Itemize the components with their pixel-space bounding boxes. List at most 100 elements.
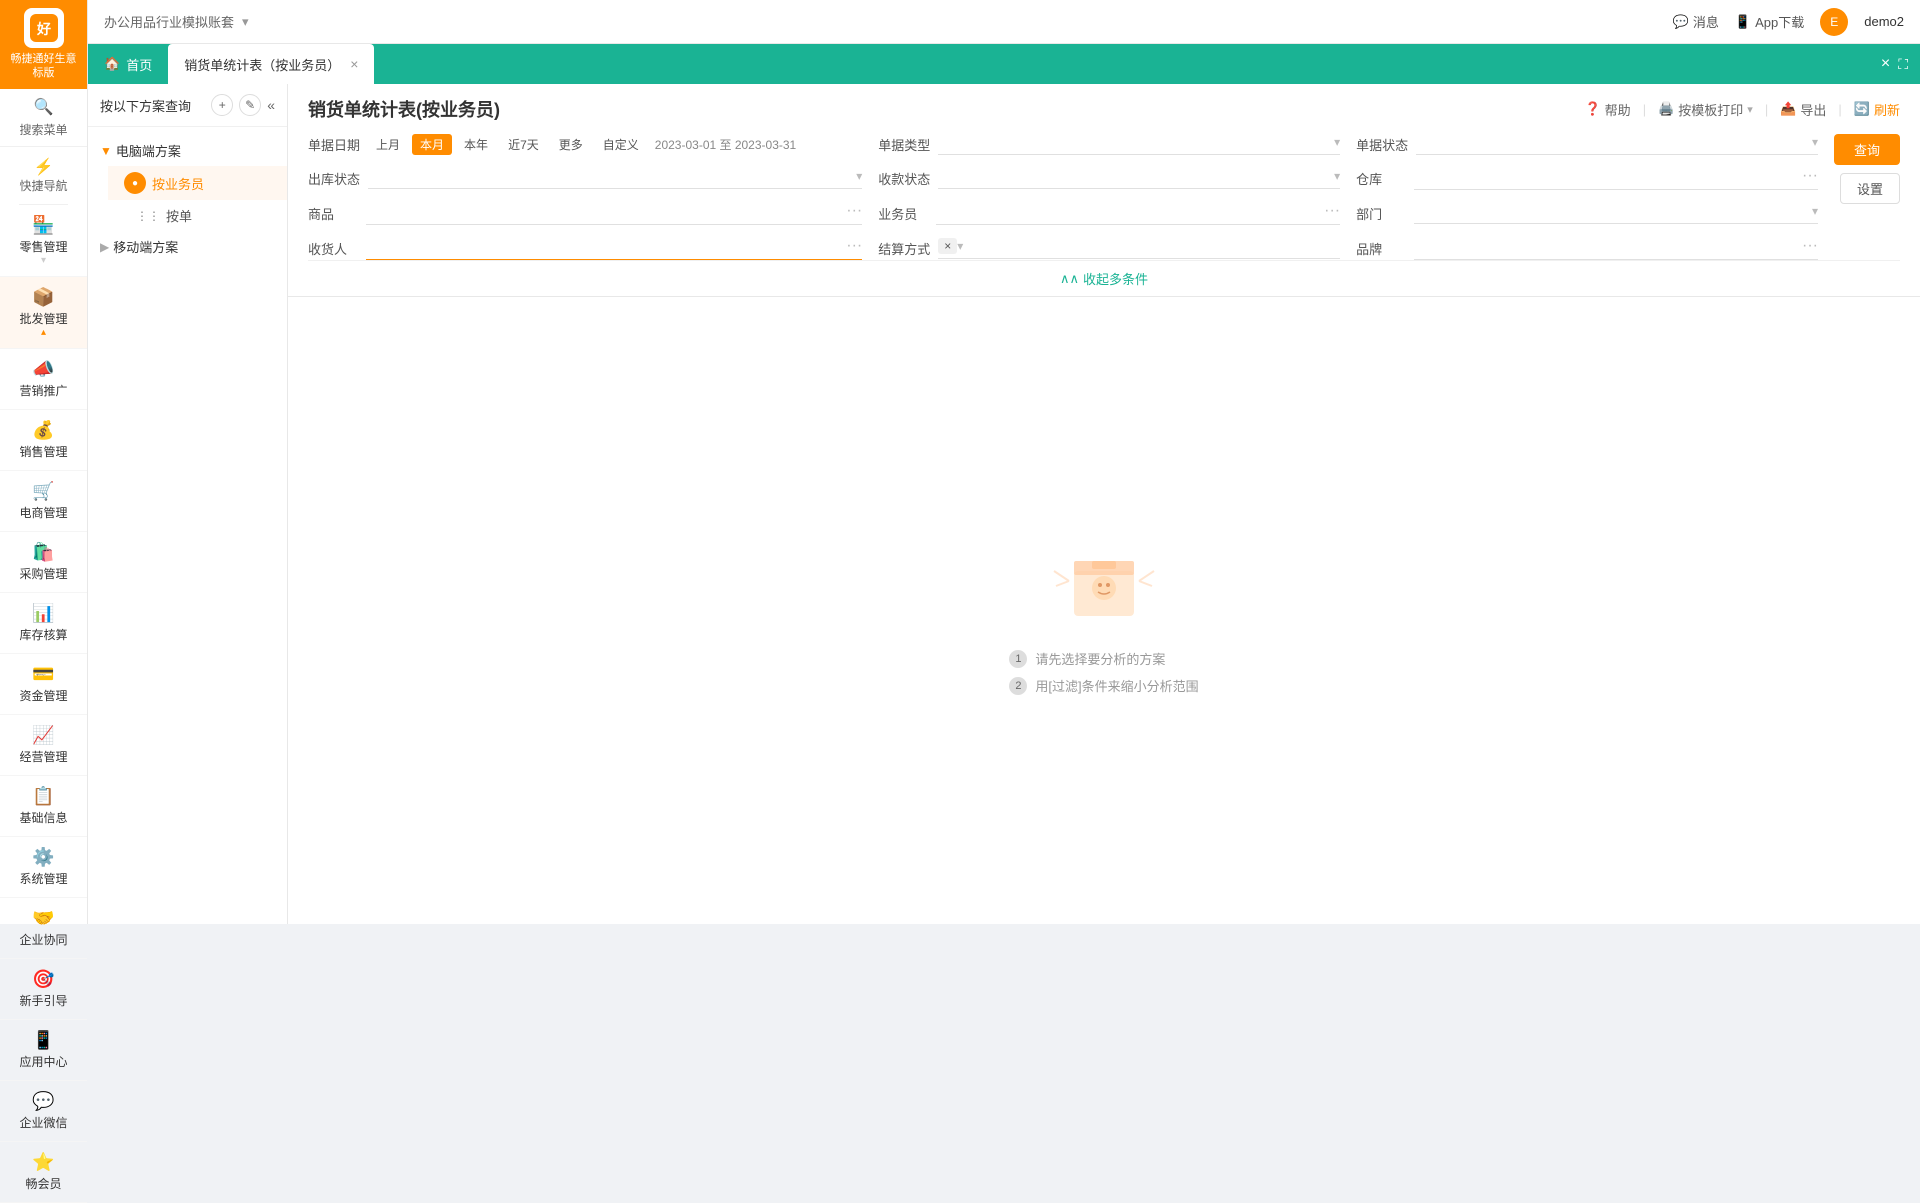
- settings-button[interactable]: 设置: [1840, 173, 1900, 204]
- sidebar-item-enterprise[interactable]: 🤝 企业协同: [0, 898, 87, 959]
- sidebar-item-operations-label: 经营管理: [19, 748, 67, 765]
- brand-input-wrap: ···: [1414, 237, 1818, 260]
- doc-status-arrow-icon[interactable]: ▾: [1812, 135, 1818, 149]
- sidebar-item-wholesale[interactable]: 📦 批发管理 ▴: [0, 277, 87, 349]
- scheme-panel-actions: + ✎ «: [211, 94, 275, 116]
- scheme-add-button[interactable]: +: [211, 94, 233, 116]
- receiver-dots-icon[interactable]: ···: [846, 237, 862, 255]
- scheme-group-mobile-header[interactable]: ▶ 移动端方案: [88, 231, 287, 262]
- date-btn-this-month[interactable]: 本月: [412, 134, 452, 155]
- sidebar-item-member[interactable]: ⭐ 畅会员: [0, 1142, 87, 1203]
- tip1-text: 请先选择要分析的方案: [1035, 649, 1165, 668]
- date-btn-more[interactable]: 更多: [551, 134, 591, 155]
- delivery-input[interactable]: [368, 169, 856, 184]
- brand-dots-icon[interactable]: ···: [1802, 237, 1818, 255]
- filter-settlement: 结算方式 × ▾: [878, 238, 1340, 259]
- date-btn-this-year[interactable]: 本年: [456, 134, 496, 155]
- sidebar-item-basic[interactable]: 📋 基础信息: [0, 776, 87, 837]
- filter-date: 单据日期 上月 本月 本年 近7天 更多 自定义 2023-03-01 至 20…: [308, 134, 862, 155]
- salesperson-dots-icon[interactable]: ···: [1324, 202, 1340, 220]
- settlement-arrow-icon[interactable]: ▾: [957, 239, 963, 253]
- doc-type-input[interactable]: [938, 135, 1334, 150]
- refresh-button[interactable]: 🔄 刷新: [1854, 100, 1900, 119]
- page-title-row: 销货单统计表(按业务员) ❓ 帮助 | 🖨️ 按模板打印 ▾ |: [308, 96, 1900, 122]
- sidebar-item-marketing-label: 营销推广: [19, 382, 67, 399]
- date-btn-last-month[interactable]: 上月: [368, 134, 408, 155]
- sidebar-item-retail-label: 零售管理: [19, 238, 67, 255]
- sidebar-item-wechat-label: 企业微信: [19, 1114, 67, 1131]
- tab-bar-maximize-icon[interactable]: ⛶: [1898, 56, 1908, 73]
- sidebar-item-inventory[interactable]: 📊 库存核算: [0, 593, 87, 654]
- wholesale-icon: 📦: [32, 287, 54, 308]
- divider1: |: [1643, 102, 1646, 117]
- sidebar-item-system[interactable]: ⚙️ 系统管理: [0, 837, 87, 898]
- page-title-actions: ❓ 帮助 | 🖨️ 按模板打印 ▾ | 📤 导出: [1584, 100, 1900, 119]
- sidebar-item-operations[interactable]: 📈 经营管理: [0, 715, 87, 776]
- tab-home[interactable]: 🏠 首页: [88, 44, 168, 84]
- salesperson-input[interactable]: [936, 204, 1324, 219]
- tab-sales-stat-label: 销货单统计表（按业务员）: [184, 55, 340, 74]
- tab-bar-close-icon[interactable]: ×: [1881, 55, 1890, 73]
- sidebar-item-retail[interactable]: 🏪 零售管理 ▾: [0, 205, 87, 277]
- brand-input[interactable]: [1414, 239, 1802, 254]
- department-input[interactable]: [1414, 204, 1812, 219]
- sidebar-item-wholesale-label: 批发管理: [19, 310, 67, 327]
- filter-rows: 单据日期 上月 本月 本年 近7天 更多 自定义 2023-03-01 至 20…: [308, 134, 1818, 260]
- department-arrow-icon[interactable]: ▾: [1812, 204, 1818, 218]
- search-menu[interactable]: 🔍 搜索菜单: [0, 89, 87, 147]
- message-button[interactable]: 💬 消息: [1673, 12, 1719, 31]
- scheme-sub-icon: ⋮⋮: [136, 209, 160, 223]
- scheme-item-by-salesperson[interactable]: ● 按业务员: [108, 166, 287, 200]
- product-dots-icon[interactable]: ···: [846, 202, 862, 220]
- logo[interactable]: 好 畅捷通好生意 标版: [0, 0, 87, 89]
- sidebar-item-enterprise-label: 企业协同: [19, 931, 67, 948]
- header-right: 💬 消息 📱 App下载 E demo2: [1673, 8, 1904, 36]
- appcenter-icon: 📱: [32, 1030, 54, 1051]
- warehouse-dots-icon[interactable]: ···: [1802, 167, 1818, 185]
- tab-close-icon[interactable]: ×: [350, 56, 358, 72]
- quick-nav[interactable]: ⚡ 快捷导航: [19, 147, 67, 205]
- payment-arrow-icon[interactable]: ▾: [1334, 169, 1340, 183]
- date-label: 单据日期: [308, 135, 360, 154]
- scheme-item-by-order[interactable]: ⋮⋮ 按单: [108, 200, 287, 231]
- product-input[interactable]: [366, 204, 846, 219]
- filter-doc-status: 单据状态 ▾: [1356, 135, 1818, 155]
- scheme-collapse-button[interactable]: «: [267, 97, 275, 113]
- sidebar-item-marketing[interactable]: 📣 营销推广: [0, 349, 87, 410]
- scheme-edit-button[interactable]: ✎: [239, 94, 261, 116]
- payment-input[interactable]: [938, 169, 1334, 184]
- filter-product: 商品 ···: [308, 202, 862, 225]
- sidebar-item-purchase[interactable]: 🛍️ 采购管理: [0, 532, 87, 593]
- breadcrumb-arrow-icon[interactable]: ▾: [242, 14, 249, 30]
- date-btn-custom[interactable]: 自定义: [595, 134, 647, 155]
- collapse-more-button[interactable]: ∧∧ 收起多条件: [308, 260, 1900, 296]
- sidebar-item-appcenter[interactable]: 📱 应用中心: [0, 1020, 87, 1081]
- doc-status-input[interactable]: [1416, 135, 1812, 150]
- sidebar-item-newuser[interactable]: 🎯 新手引导: [0, 959, 87, 1020]
- scheme-group-mobile-label: 移动端方案: [113, 237, 178, 256]
- warehouse-input[interactable]: [1414, 169, 1802, 184]
- delivery-arrow-icon[interactable]: ▾: [856, 169, 862, 183]
- app-download-button[interactable]: 📱 App下载: [1735, 12, 1804, 31]
- date-btn-7days[interactable]: 近7天: [500, 134, 547, 155]
- empty-illustration: [1044, 526, 1164, 629]
- sidebar-item-sales[interactable]: 💰 销售管理: [0, 410, 87, 471]
- export-button[interactable]: 📤 导出: [1780, 100, 1826, 119]
- sidebar-item-ecommerce[interactable]: 🛒 电商管理: [0, 471, 87, 532]
- query-button[interactable]: 查询: [1834, 134, 1900, 165]
- sidebar-item-wechat[interactable]: 💬 企业微信: [0, 1081, 87, 1142]
- help-button[interactable]: ❓ 帮助: [1584, 100, 1630, 119]
- sidebar-item-finance[interactable]: 💳 资金管理: [0, 654, 87, 715]
- inventory-icon: 📊: [32, 603, 54, 624]
- scheme-group-desktop-label: 电脑端方案: [116, 141, 181, 160]
- tab-sales-stat[interactable]: 销货单统计表（按业务员） ×: [168, 44, 374, 84]
- user-name[interactable]: demo2: [1864, 14, 1904, 29]
- receiver-input[interactable]: [366, 239, 846, 254]
- doc-type-arrow-icon[interactable]: ▾: [1334, 135, 1340, 149]
- user-avatar[interactable]: E: [1820, 8, 1848, 36]
- scheme-group-desktop-header[interactable]: ▼ 电脑端方案: [88, 135, 287, 166]
- refresh-icon: 🔄: [1854, 101, 1870, 117]
- sidebar-item-system-label: 系统管理: [19, 870, 67, 887]
- print-button[interactable]: 🖨️ 按模板打印 ▾: [1658, 100, 1753, 119]
- settlement-tag-close[interactable]: ×: [944, 239, 951, 253]
